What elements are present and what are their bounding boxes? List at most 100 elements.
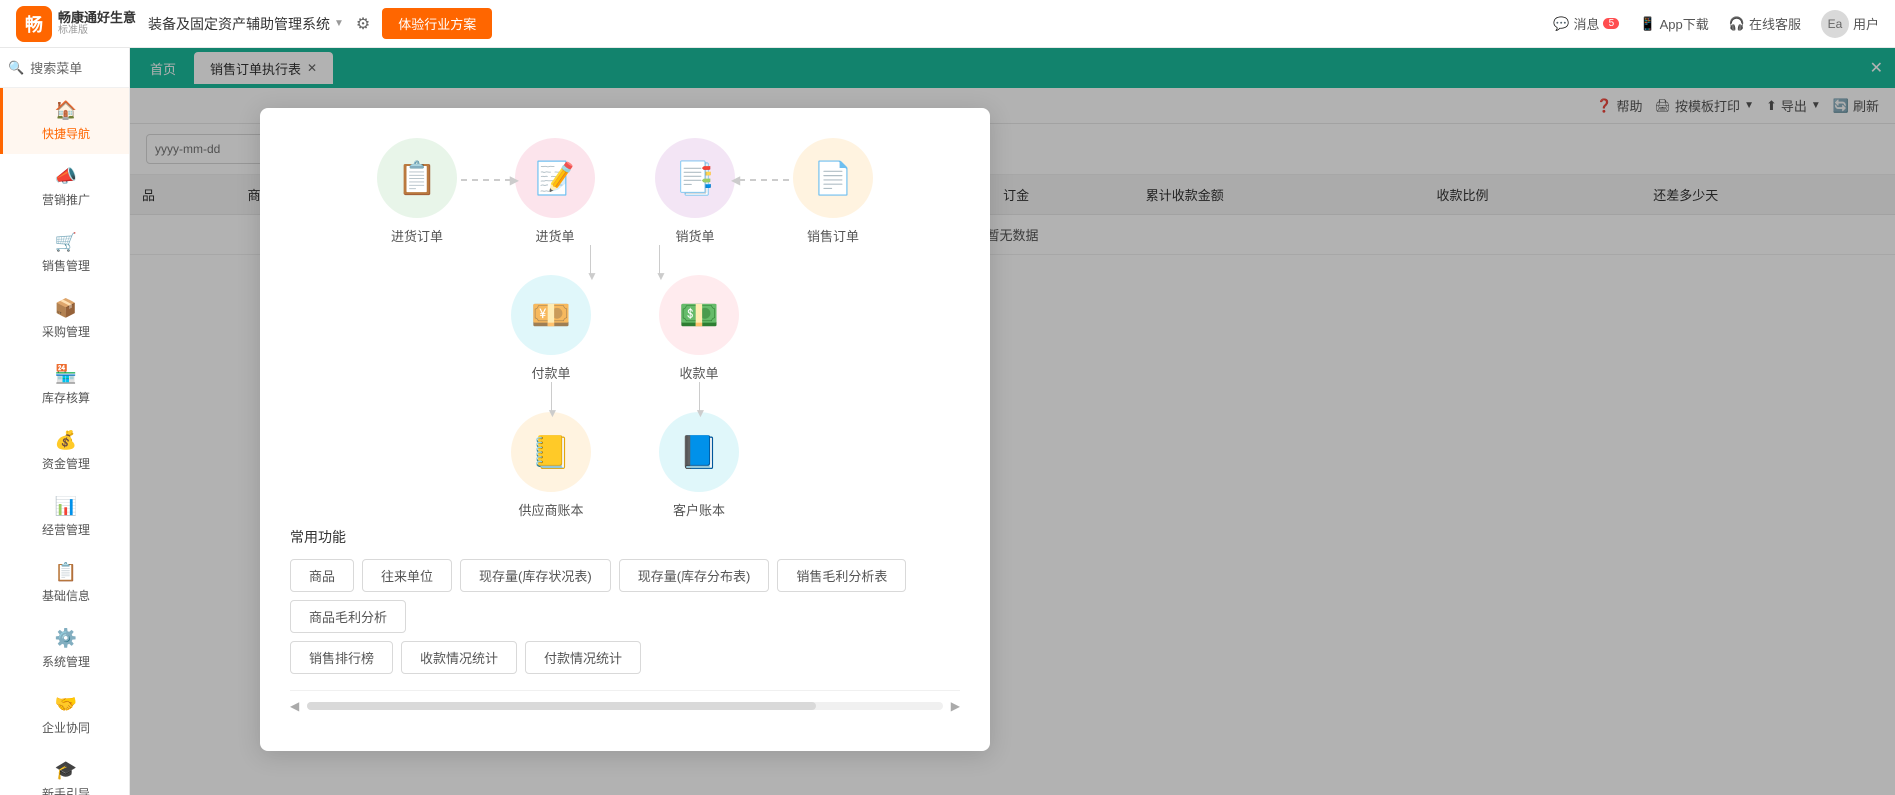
system-icon: ⚙️ [55, 628, 77, 649]
flow-customer-column: 📘 客户账本 [659, 412, 739, 519]
flow-supplier-column: 📒 供应商账本 [511, 412, 591, 519]
flow-node-purchase-order[interactable]: 📋 [377, 138, 457, 218]
inventory-icon: 🏪 [55, 364, 77, 385]
user-avatar[interactable]: Ea 用户 [1821, 10, 1879, 38]
scroll-track[interactable] [307, 702, 943, 710]
base-info-icon: 📋 [55, 562, 77, 583]
func-btn-sales-ranking[interactable]: 销售排行榜 [290, 641, 393, 674]
flow-pair-purchase: 📋 进货订单 ▶ [377, 138, 595, 245]
flow-node-sales-bill-col: 📑 销货单 [655, 138, 735, 245]
sidebar-item-label-base-info: 基础信息 [42, 587, 90, 604]
func-btn-payment-stats[interactable]: 付款情况统计 [525, 641, 641, 674]
flow-node-purchase-bill[interactable]: 📝 [515, 138, 595, 218]
app-download-button[interactable]: 📱 App下载 [1639, 14, 1708, 33]
operations-icon: 📊 [55, 496, 77, 517]
flow-node-receipt[interactable]: 💵 [659, 275, 739, 355]
sidebar-item-label-purchase: 采购管理 [42, 323, 90, 340]
home-icon: 🏠 [55, 100, 77, 121]
logo-area: 畅 畅康通好生意 标准版 [16, 6, 136, 42]
search-icon: 🔍 [8, 60, 24, 76]
content-area: 首页 销售订单执行表 ✕ ✕ ❓ 帮助 🖨 按模板打印 ▼ [130, 48, 1895, 795]
purchase-icon: 📦 [55, 298, 77, 319]
sidebar-item-sales[interactable]: 🛒 销售管理 [0, 220, 129, 286]
flow-payment-column: 💴 付款单 [511, 275, 591, 382]
supplier-account-icon: 📒 [531, 433, 571, 471]
function-buttons-row2: 销售排行榜 收款情况统计 付款情况统计 [290, 641, 960, 674]
sidebar-item-purchase[interactable]: 📦 采购管理 [0, 286, 129, 352]
gear-icon[interactable]: ⚙ [356, 14, 370, 34]
sidebar-search[interactable]: 🔍 搜索菜单 [0, 48, 129, 88]
sales-icon: 🛒 [55, 232, 77, 253]
flow-node-customer-account[interactable]: 📘 [659, 412, 739, 492]
purchase-order-label: 进货订单 [391, 226, 443, 245]
sidebar-item-base-info[interactable]: 📋 基础信息 [0, 550, 129, 616]
user-label: 用户 [1853, 14, 1879, 33]
message-badge: 5 [1603, 18, 1619, 29]
message-button[interactable]: 💬 消息 5 [1553, 14, 1619, 33]
online-service-label: 在线客服 [1749, 14, 1801, 33]
sales-order-icon: 📄 [813, 159, 853, 197]
sidebar-item-label-finance: 资金管理 [42, 455, 90, 472]
sidebar-item-finance[interactable]: 💰 资金管理 [0, 418, 129, 484]
trial-button[interactable]: 体验行业方案 [382, 8, 492, 39]
func-btn-product[interactable]: 商品 [290, 559, 354, 592]
flow-node-supplier-col: 📒 供应商账本 [511, 412, 591, 519]
sidebar-item-quick-nav[interactable]: 🏠 快捷导航 [0, 88, 129, 154]
enterprise-icon: 🤝 [55, 694, 77, 715]
logo-title: 畅康通好生意 [58, 10, 136, 26]
receipt-icon: 💵 [679, 296, 719, 334]
flow-node-receipt-col: 💵 收款单 [659, 275, 739, 382]
func-btn-product-profit[interactable]: 商品毛利分析 [290, 600, 406, 633]
flow-node-supplier-account[interactable]: 📒 [511, 412, 591, 492]
purchase-bill-icon: 📝 [535, 159, 575, 197]
customer-account-icon: 📘 [679, 433, 719, 471]
flow-diagram: 📋 进货订单 ▶ [290, 138, 960, 519]
headset-icon: 🎧 [1729, 16, 1745, 32]
top-bar: 畅 畅康通好生意 标准版 装备及固定资产辅助管理系统 ▼ ⚙ 体验行业方案 💬 … [0, 0, 1895, 48]
sidebar-item-label-inventory: 库存核算 [42, 389, 90, 406]
sidebar-item-label-operations: 经营管理 [42, 521, 90, 538]
flow-right-column: 📑 销货单 ◀ [655, 138, 873, 519]
scroll-left-arrow[interactable]: ◀ [290, 699, 299, 713]
scroll-right-arrow[interactable]: ▶ [951, 699, 960, 713]
message-icon: 💬 [1553, 16, 1569, 32]
sidebar-item-label-system: 系统管理 [42, 653, 90, 670]
app-container: 畅 畅康通好生意 标准版 装备及固定资产辅助管理系统 ▼ ⚙ 体验行业方案 💬 … [0, 0, 1895, 795]
flow-node-payment-col: 💴 付款单 [511, 275, 591, 382]
func-btn-stock-status[interactable]: 现存量(库存状况表) [460, 559, 611, 592]
sales-bill-label: 销货单 [675, 226, 714, 245]
function-buttons-row1: 商品 往来单位 现存量(库存状况表) 现存量(库存分布表) 销售毛利分析表 商品… [290, 559, 960, 633]
flow-receipt-column: 💵 收款单 [659, 275, 739, 382]
func-btn-partner[interactable]: 往来单位 [362, 559, 452, 592]
system-dropdown[interactable]: 装备及固定资产辅助管理系统 ▼ [148, 14, 344, 34]
flow-pair-sales: 📑 销货单 ◀ [655, 138, 873, 245]
sidebar-item-operations[interactable]: 📊 经营管理 [0, 484, 129, 550]
top-bar-left: 畅 畅康通好生意 标准版 装备及固定资产辅助管理系统 ▼ ⚙ 体验行业方案 [16, 6, 492, 42]
sidebar-item-label-sales: 销售管理 [42, 257, 90, 274]
flow-node-sales-bill[interactable]: 📑 [655, 138, 735, 218]
online-service-button[interactable]: 🎧 在线客服 [1729, 14, 1801, 33]
payment-label: 付款单 [531, 363, 570, 382]
func-btn-receipt-stats[interactable]: 收款情况统计 [401, 641, 517, 674]
app-download-icon: 📱 [1639, 16, 1655, 32]
app-download-label: App下载 [1660, 14, 1709, 33]
sales-bill-icon: 📑 [675, 159, 715, 197]
common-functions-section: 常用功能 商品 往来单位 现存量(库存状况表) 现存量(库存分布表) 销售毛利分… [290, 527, 960, 674]
sidebar-item-system[interactable]: ⚙️ 系统管理 [0, 616, 129, 682]
purchase-bill-label: 进货单 [535, 226, 574, 245]
sidebar-item-label-guide: 新手引导 [42, 785, 90, 795]
func-btn-stock-distribution[interactable]: 现存量(库存分布表) [619, 559, 770, 592]
system-title: 装备及固定资产辅助管理系统 [148, 14, 330, 34]
sidebar-item-enterprise[interactable]: 🤝 企业协同 [0, 682, 129, 748]
flow-node-sales-order-col: 📄 销售订单 [793, 138, 873, 245]
flow-node-sales-order[interactable]: 📄 [793, 138, 873, 218]
sidebar-item-guide[interactable]: 🎓 新手引导 [0, 748, 129, 795]
logo-icon: 畅 [16, 6, 52, 42]
sidebar-item-marketing[interactable]: 📣 营销推广 [0, 154, 129, 220]
flow-node-payment[interactable]: 💴 [511, 275, 591, 355]
func-btn-sales-profit[interactable]: 销售毛利分析表 [777, 559, 906, 592]
flow-left-column: 📋 进货订单 ▶ [377, 138, 595, 519]
supplier-account-label: 供应商账本 [518, 500, 583, 519]
sidebar-item-inventory[interactable]: 🏪 库存核算 [0, 352, 129, 418]
top-bar-right: 💬 消息 5 📱 App下载 🎧 在线客服 Ea 用户 [1553, 10, 1879, 38]
